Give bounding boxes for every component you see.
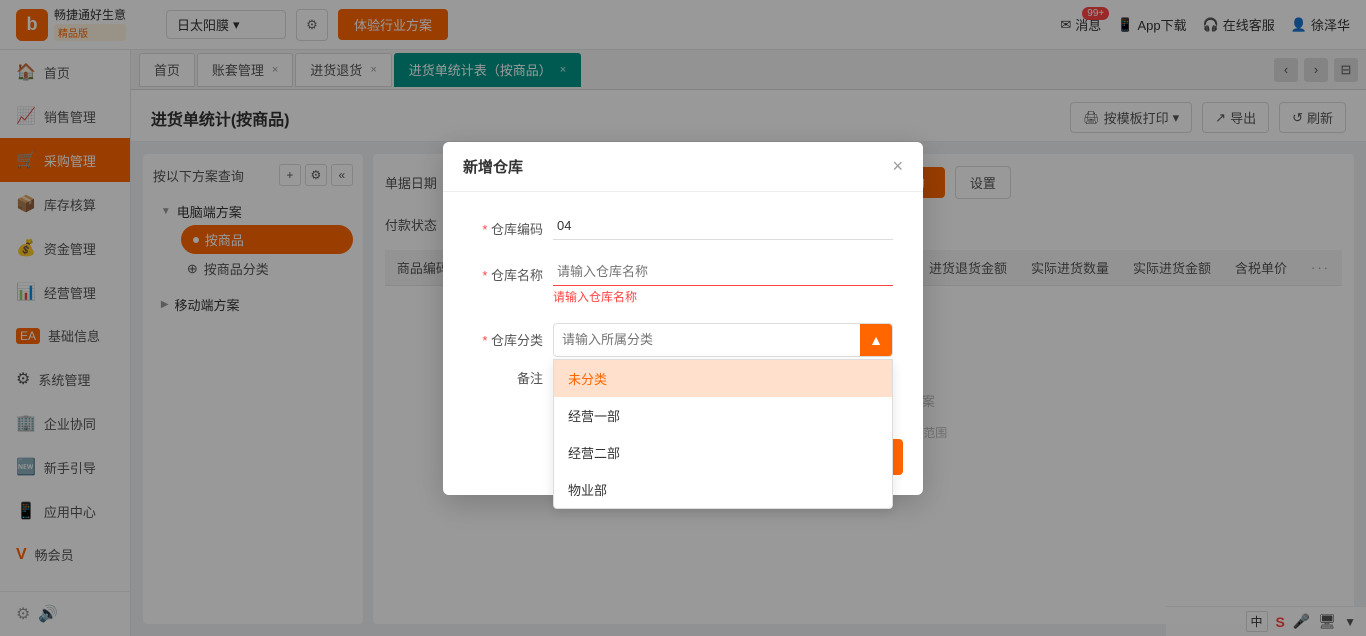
form-row-name: 仓库名称 请输入仓库名称 <box>473 258 893 305</box>
modal-title: 新增仓库 <box>463 156 523 177</box>
dropdown-item-uncategorized[interactable]: 未分类 <box>554 360 892 397</box>
category-label: 仓库分类 <box>473 323 553 349</box>
code-input[interactable] <box>553 212 893 240</box>
modal-close-button[interactable]: × <box>892 156 903 177</box>
remark-label: 备注 <box>473 361 553 387</box>
dropdown-item-dept2[interactable]: 经营二部 <box>554 434 892 471</box>
modal-body: 仓库编码 仓库名称 请输入仓库名称 仓库分类 ▲ <box>443 192 923 427</box>
code-label: 仓库编码 <box>473 212 553 238</box>
name-label: 仓库名称 <box>473 258 553 284</box>
category-arrow-btn[interactable]: ▲ <box>860 324 892 356</box>
form-row-code: 仓库编码 <box>473 212 893 240</box>
name-input[interactable] <box>553 258 893 286</box>
form-row-category: 仓库分类 ▲ 未分类 经营一部 经营二部 物业部 <box>473 323 893 357</box>
modal-header: 新增仓库 × <box>443 142 923 192</box>
category-dropdown: 未分类 经营一部 经营二部 物业部 <box>553 359 893 509</box>
category-field-area: ▲ 未分类 经营一部 经营二部 物业部 <box>553 323 893 357</box>
dropdown-item-dept1[interactable]: 经营一部 <box>554 397 892 434</box>
category-input-wrap: ▲ <box>553 323 893 357</box>
modal-overlay: 新增仓库 × 仓库编码 仓库名称 请输入仓库名称 仓库分类 <box>0 0 1366 636</box>
name-error-msg: 请输入仓库名称 <box>553 288 893 305</box>
dropdown-item-dept3[interactable]: 物业部 <box>554 471 892 508</box>
new-warehouse-modal: 新增仓库 × 仓库编码 仓库名称 请输入仓库名称 仓库分类 <box>443 142 923 495</box>
category-input[interactable] <box>554 326 860 353</box>
name-field-wrap: 请输入仓库名称 <box>553 258 893 305</box>
